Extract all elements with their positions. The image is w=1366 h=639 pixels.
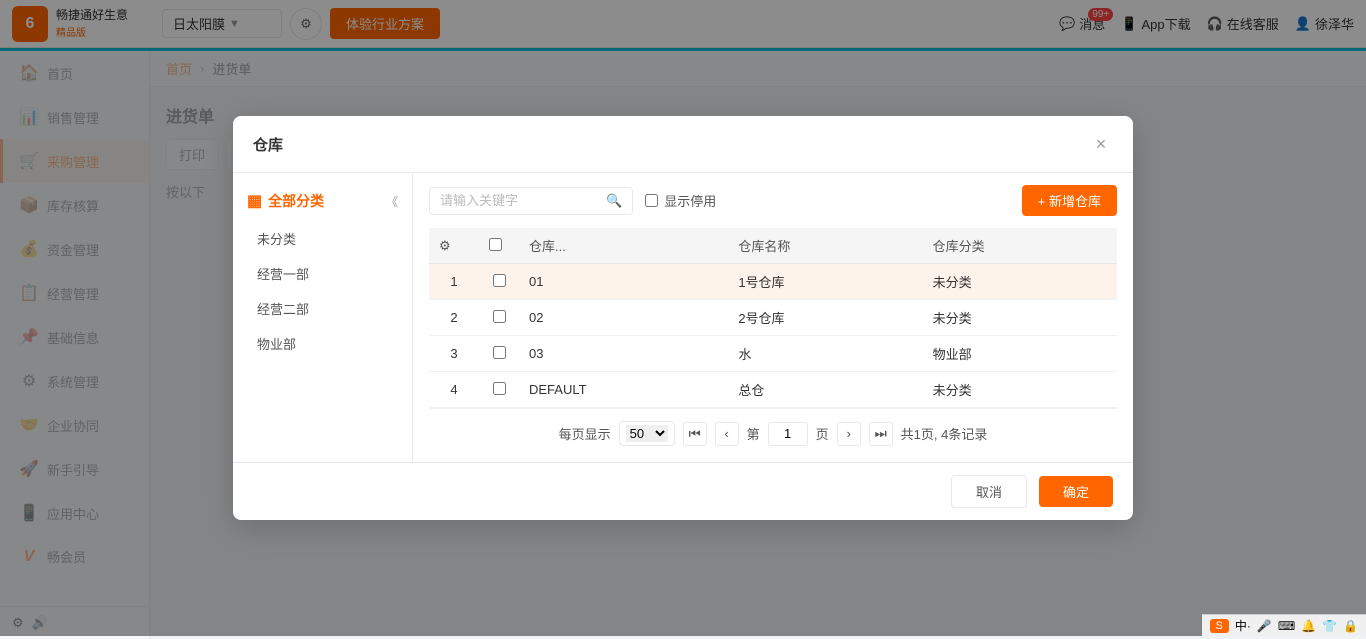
table-row[interactable]: 4 DEFAULT 总仓 未分类	[429, 372, 1117, 408]
category-item-dept2[interactable]: 经营二部	[233, 291, 412, 326]
cancel-button[interactable]: 取消	[951, 475, 1027, 508]
col-header-category: 仓库分类	[923, 228, 1117, 264]
col-name-label: 仓库名称	[738, 239, 790, 254]
row-check-3	[479, 336, 519, 372]
col-setting-icon: ⚙	[439, 238, 451, 253]
show-disabled-label: 显示停用	[664, 191, 716, 210]
category-item-uncategorized[interactable]: 未分类	[233, 221, 412, 256]
row-num-1: 1	[429, 264, 479, 300]
col-category-label: 仓库分类	[933, 239, 985, 254]
modal-close-button[interactable]: ×	[1089, 132, 1113, 156]
category-label-uncategorized: 未分类	[257, 232, 296, 247]
warehouse-table: ⚙ 仓库... 仓库名称	[429, 228, 1117, 408]
category-label-property: 物业部	[257, 337, 296, 352]
taskbar-lang[interactable]: 中·	[1235, 617, 1251, 634]
category-item-dept1[interactable]: 经营一部	[233, 256, 412, 291]
row-category-1: 未分类	[923, 264, 1117, 300]
modal-title: 仓库	[253, 134, 283, 155]
page-prev-button[interactable]: ‹	[715, 422, 739, 446]
add-warehouse-label: + 新增仓库	[1038, 191, 1101, 210]
keyboard-icon[interactable]: ⌨	[1278, 619, 1295, 633]
total-label: 共1页, 4条记录	[901, 424, 988, 443]
row-check-4	[479, 372, 519, 408]
grid-icon: ▦	[247, 191, 262, 211]
show-disabled-checkbox[interactable]	[645, 194, 658, 207]
row-num-3: 3	[429, 336, 479, 372]
row-check-2	[479, 300, 519, 336]
search-icon: 🔍	[606, 193, 622, 209]
row-name-2: 2号仓库	[728, 300, 922, 336]
per-page-label: 每页显示	[559, 424, 611, 443]
all-category-label: 全部分类	[268, 191, 324, 211]
row-name-3: 水	[728, 336, 922, 372]
row-check-1	[479, 264, 519, 300]
category-item-property[interactable]: 物业部	[233, 326, 412, 361]
page-number-input[interactable]	[768, 422, 808, 446]
modal-right-panel: 🔍 显示停用 + 新增仓库	[413, 173, 1133, 462]
row-code-1: 01	[519, 264, 728, 300]
all-category-title[interactable]: ▦ 全部分类	[247, 191, 324, 211]
add-warehouse-button[interactable]: + 新增仓库	[1022, 185, 1117, 216]
tshirt-icon[interactable]: 👕	[1322, 619, 1337, 633]
modal-search-row: 🔍 显示停用 + 新增仓库	[429, 185, 1117, 216]
page-first-button[interactable]: ⏮	[683, 422, 707, 446]
per-page-select[interactable]: 50 100	[626, 425, 668, 442]
col-header-setting: ⚙	[429, 228, 479, 264]
mic-icon[interactable]: 🎤	[1257, 619, 1272, 633]
row-num-4: 4	[429, 372, 479, 408]
row-checkbox-1[interactable]	[493, 274, 506, 287]
col-header-code: 仓库...	[519, 228, 728, 264]
row-category-2: 未分类	[923, 300, 1117, 336]
category-label-dept1: 经营一部	[257, 267, 309, 282]
table-body: 1 01 1号仓库 未分类 2	[429, 264, 1117, 408]
bell-icon[interactable]: 🔔	[1301, 619, 1316, 633]
row-code-2: 02	[519, 300, 728, 336]
row-name-4: 总仓	[728, 372, 922, 408]
table-row[interactable]: 2 02 2号仓库 未分类	[429, 300, 1117, 336]
page-suffix: 页	[816, 424, 829, 443]
row-num-2: 2	[429, 300, 479, 336]
modal-overlay: 仓库 × ▦ 全部分类 《 未分类 经营一部	[0, 0, 1366, 636]
modal-category-header: ▦ 全部分类 《	[233, 185, 412, 221]
row-checkbox-4[interactable]	[493, 382, 506, 395]
category-label-dept2: 经营二部	[257, 302, 309, 317]
taskbar: S 中· 🎤 ⌨ 🔔 👕 🔒	[1202, 614, 1366, 636]
collapse-panel-button[interactable]: 《	[386, 193, 398, 210]
row-category-3: 物业部	[923, 336, 1117, 372]
row-code-4: DEFAULT	[519, 372, 728, 408]
search-box: 🔍	[429, 187, 633, 215]
page-label: 第	[747, 424, 760, 443]
col-header-check	[479, 228, 519, 264]
taskbar-label: S	[1210, 619, 1229, 633]
select-all-checkbox[interactable]	[489, 238, 502, 251]
page-next-button[interactable]: ›	[837, 422, 861, 446]
search-input[interactable]	[440, 193, 600, 208]
table-row[interactable]: 1 01 1号仓库 未分类	[429, 264, 1117, 300]
row-code-3: 03	[519, 336, 728, 372]
per-page-select-box: 50 100	[619, 421, 675, 446]
pagination-row: 每页显示 50 100 ⏮ ‹ 第 页 › ⏭ 共1页, 4条记录	[429, 408, 1117, 450]
page-last-button[interactable]: ⏭	[869, 422, 893, 446]
col-code-label: 仓库...	[529, 239, 566, 254]
modal-body: ▦ 全部分类 《 未分类 经营一部 经营二部 物业部	[233, 173, 1133, 462]
row-category-4: 未分类	[923, 372, 1117, 408]
table-container: ⚙ 仓库... 仓库名称	[429, 228, 1117, 408]
row-checkbox-3[interactable]	[493, 346, 506, 359]
row-checkbox-2[interactable]	[493, 310, 506, 323]
warehouse-modal: 仓库 × ▦ 全部分类 《 未分类 经营一部	[233, 116, 1133, 520]
table-row[interactable]: 3 03 水 物业部	[429, 336, 1117, 372]
col-header-name: 仓库名称	[728, 228, 922, 264]
confirm-button[interactable]: 确定	[1039, 476, 1113, 507]
table-header: ⚙ 仓库... 仓库名称	[429, 228, 1117, 264]
modal-header: 仓库 ×	[233, 116, 1133, 173]
lock-icon[interactable]: 🔒	[1343, 619, 1358, 633]
modal-footer: 取消 确定	[233, 462, 1133, 520]
row-name-1: 1号仓库	[728, 264, 922, 300]
modal-category-panel: ▦ 全部分类 《 未分类 经营一部 经营二部 物业部	[233, 173, 413, 462]
show-disabled-row: 显示停用	[645, 191, 716, 210]
